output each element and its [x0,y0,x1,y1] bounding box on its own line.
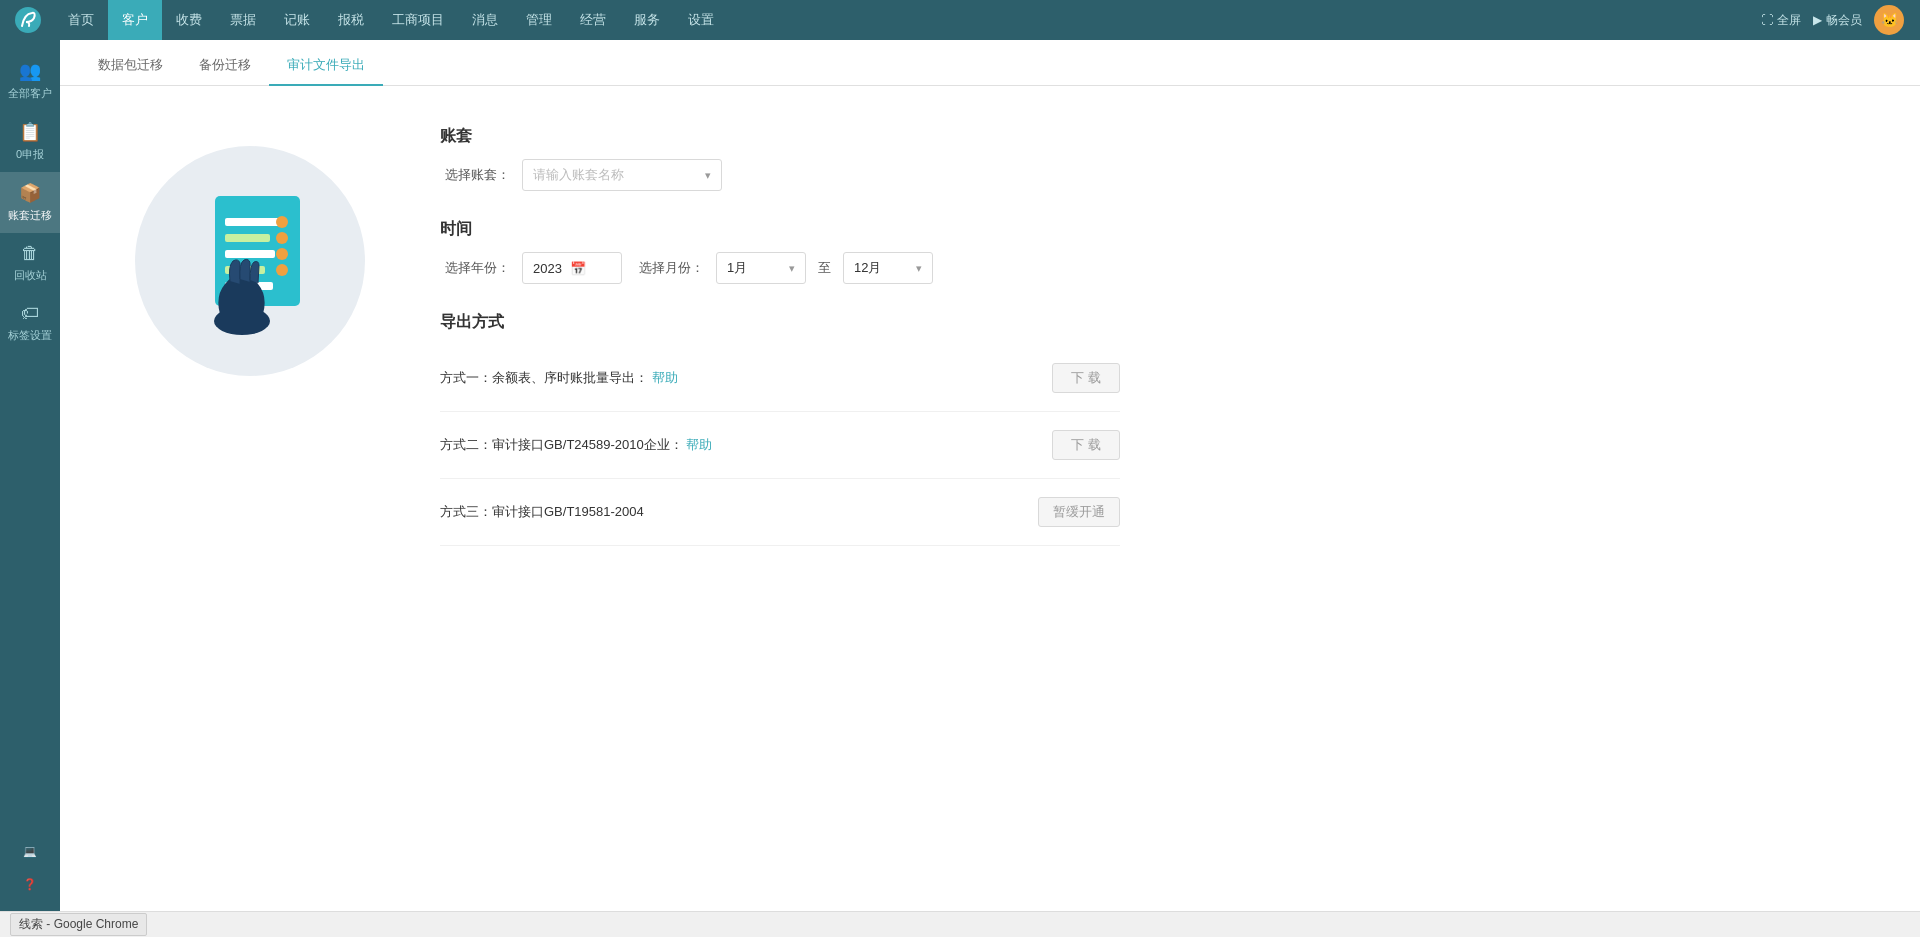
declaration-icon: 📋 [19,121,41,143]
page-content: 账套 选择账套： 请输入账套名称 ▾ 时间 选择年份： [60,86,1920,911]
method-1-help-link[interactable]: 帮助 [652,370,678,385]
app-logo[interactable] [10,2,46,38]
nav-industrial[interactable]: 工商项目 [378,0,458,40]
sidebar: 👥 全部客户 📋 0申报 📦 账套迁移 🗑 回收站 🏷 标签设置 💻 ❓ [0,40,60,911]
sidebar-item-all-customers[interactable]: 👥 全部客户 [0,50,60,111]
month-end-value: 12月 [854,259,881,277]
nav-items: 首页 客户 收费 票据 记账 报税 工商项目 消息 管理 经营 服务 设置 [54,0,1761,40]
method-1-download-btn[interactable]: 下 载 [1052,363,1120,393]
member-btn[interactable]: ▶ 畅会员 [1813,12,1862,29]
sidebar-item-tag-settings[interactable]: 🏷 标签设置 [0,293,60,353]
method-1-desc: 方式一：余额表、序时账批量导出： 帮助 [440,369,1032,387]
svg-point-9 [276,248,288,260]
svg-rect-2 [225,218,280,226]
year-value: 2023 [533,261,562,276]
illustration-svg [170,166,330,356]
sidebar-item-zero-declaration[interactable]: 📋 0申报 [0,111,60,172]
help-icon: ❓ [23,878,37,891]
sidebar-bottom: 💻 ❓ [23,837,37,911]
sidebar-item-recycle[interactable]: 🗑 回收站 [0,233,60,293]
fullscreen-icon: ⛶ [1761,13,1773,27]
customers-icon: 👥 [19,60,41,82]
calendar-icon: 📅 [570,261,586,276]
export-section: 导出方式 方式一：余额表、序时账批量导出： 帮助 下 载 方式二：审计接口GB/… [440,312,1120,546]
chevron-down-icon-month-start: ▾ [789,262,795,275]
recycle-icon: 🗑 [21,243,39,264]
top-nav: 首页 客户 收费 票据 记账 报税 工商项目 消息 管理 经营 服务 设置 ⛶ … [0,0,1920,40]
nav-manage[interactable]: 管理 [512,0,566,40]
account-label: 选择账套： [440,166,510,184]
tag-icon: 🏷 [21,303,39,324]
method-3-coming-soon-btn: 暂缓开通 [1038,497,1120,527]
time-section-title: 时间 [440,219,1120,240]
nav-service[interactable]: 服务 [620,0,674,40]
year-label: 选择年份： [440,259,510,277]
tab-audit-export[interactable]: 审计文件导出 [269,46,383,86]
account-row: 选择账套： 请输入账套名称 ▾ [440,159,1120,191]
method-2-help-link[interactable]: 帮助 [686,437,712,452]
nav-business[interactable]: 经营 [566,0,620,40]
account-select[interactable]: 请输入账套名称 ▾ [522,159,722,191]
browser-status: 线索 - Google Chrome [10,913,147,936]
svg-point-7 [276,216,288,228]
export-method-3: 方式三：审计接口GB/T19581-2004 暂缓开通 [440,479,1120,546]
month-start-select[interactable]: 1月 ▾ [716,252,806,284]
account-section: 账套 选择账套： 请输入账套名称 ▾ [440,126,1120,191]
month-start-value: 1月 [727,259,747,277]
content-area: 数据包迁移 备份迁移 审计文件导出 [60,40,1920,911]
nav-message[interactable]: 消息 [458,0,512,40]
time-section: 时间 选择年份： 2023 📅 选择月份： 1月 ▾ 至 [440,219,1120,284]
tab-backup-migration[interactable]: 备份迁移 [181,46,269,86]
migration-icon: 📦 [19,182,41,204]
chevron-down-icon-month-end: ▾ [916,262,922,275]
svg-point-10 [276,264,288,276]
month-start-label: 选择月份： [634,259,704,277]
svg-rect-3 [225,234,270,242]
svg-rect-4 [225,250,275,258]
nav-fees[interactable]: 收费 [162,0,216,40]
fullscreen-btn[interactable]: ⛶ 全屏 [1761,12,1801,29]
form-area: 账套 选择账套： 请输入账套名称 ▾ 时间 选择年份： [440,126,1120,871]
tabs-bar: 数据包迁移 备份迁移 审计文件导出 [60,40,1920,86]
main-layout: 👥 全部客户 📋 0申报 📦 账套迁移 🗑 回收站 🏷 标签设置 💻 ❓ [0,40,1920,911]
sidebar-monitor-btn[interactable]: 💻 [23,837,37,866]
chevron-down-icon: ▾ [705,169,711,182]
sidebar-help-btn[interactable]: ❓ [23,870,37,899]
nav-customer[interactable]: 客户 [108,0,162,40]
tab-data-migration[interactable]: 数据包迁移 [80,46,181,86]
time-row: 选择年份： 2023 📅 选择月份： 1月 ▾ 至 12月 [440,252,1120,284]
status-bar: 线索 - Google Chrome [0,911,1920,937]
nav-tax[interactable]: 报税 [324,0,378,40]
svg-point-8 [276,232,288,244]
nav-invoice[interactable]: 票据 [216,0,270,40]
illustration-wrap [120,126,380,871]
export-method-1: 方式一：余额表、序时账批量导出： 帮助 下 载 [440,345,1120,412]
user-avatar[interactable]: 🐱 [1874,5,1904,35]
export-section-title: 导出方式 [440,312,1120,333]
monitor-icon: 💻 [23,845,37,858]
method-3-desc: 方式三：审计接口GB/T19581-2004 [440,503,1018,521]
nav-home[interactable]: 首页 [54,0,108,40]
sidebar-item-account-migration[interactable]: 📦 账套迁移 [0,172,60,233]
nav-settings[interactable]: 设置 [674,0,728,40]
month-end-select[interactable]: 12月 ▾ [843,252,933,284]
account-section-title: 账套 [440,126,1120,147]
to-label: 至 [818,259,831,277]
export-method-2: 方式二：审计接口GB/T24589-2010企业： 帮助 下 载 [440,412,1120,479]
method-2-download-btn[interactable]: 下 载 [1052,430,1120,460]
nav-accounting[interactable]: 记账 [270,0,324,40]
video-icon: ▶ [1813,13,1822,27]
account-placeholder: 请输入账套名称 [533,166,705,184]
illustration-circle [135,146,365,376]
nav-right: ⛶ 全屏 ▶ 畅会员 🐱 [1761,5,1920,35]
year-input[interactable]: 2023 📅 [522,252,622,284]
svg-point-0 [15,7,41,33]
method-2-desc: 方式二：审计接口GB/T24589-2010企业： 帮助 [440,436,1032,454]
